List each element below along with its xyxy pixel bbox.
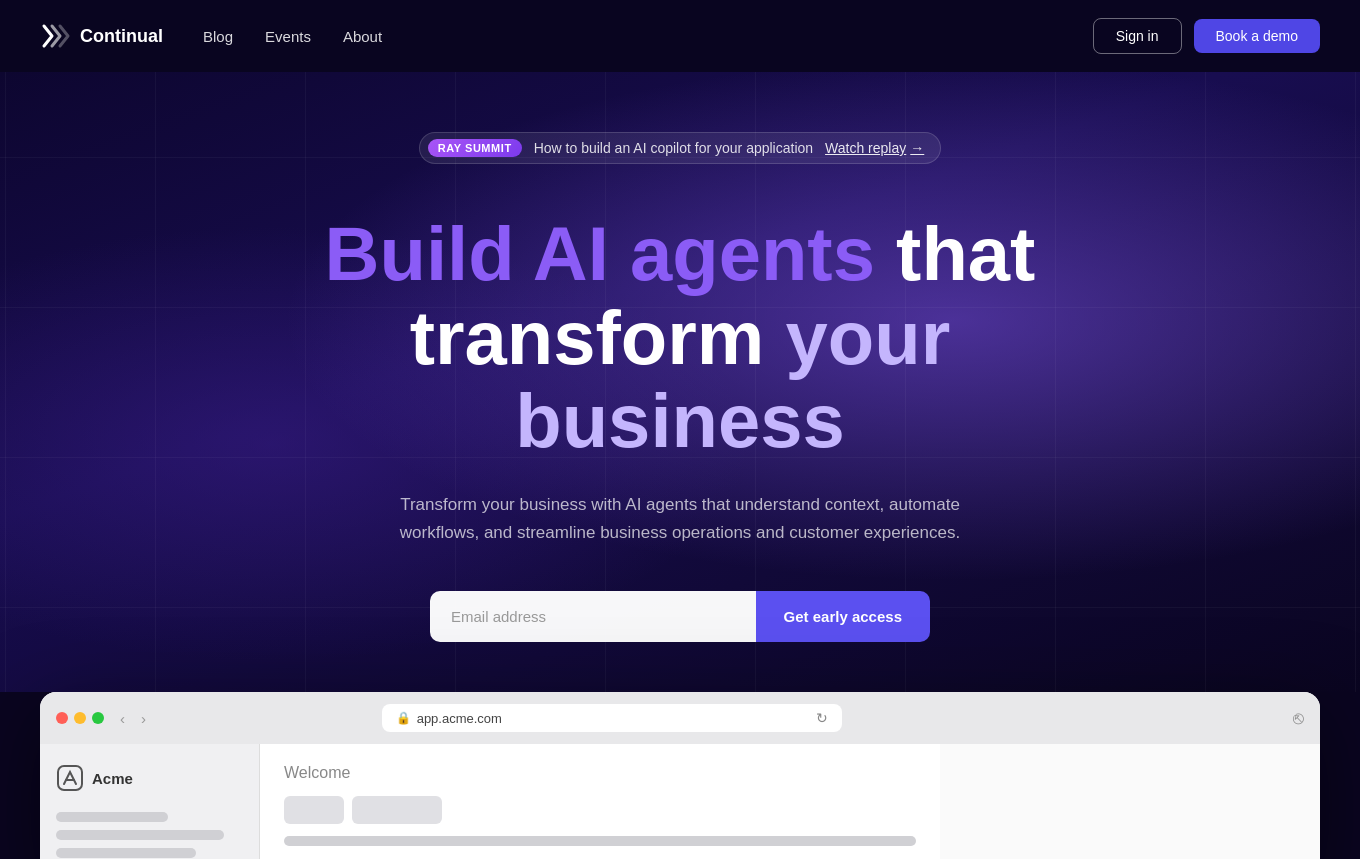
browser-sidebar: Acme [40, 744, 260, 859]
refresh-icon[interactable]: ↻ [816, 710, 828, 726]
close-window-dot[interactable] [56, 712, 68, 724]
logo-icon [40, 22, 72, 50]
acme-label: Acme [92, 770, 133, 787]
headline-build-ai-agents: Build AI agents [325, 211, 875, 296]
banner-text: How to build an AI copilot for your appl… [534, 140, 813, 156]
acme-icon [56, 764, 84, 792]
skeleton-item [56, 812, 168, 822]
acme-logo-row: Acme [56, 764, 243, 792]
skeleton-item [56, 830, 224, 840]
banner-watch-replay-link[interactable]: Watch replay → [825, 140, 924, 156]
browser-nav-buttons: ‹ › [116, 708, 150, 729]
banner-badge: RAY SUMMIT [428, 139, 522, 157]
share-icon[interactable]: ⎋ [1293, 708, 1304, 729]
forward-button[interactable]: › [137, 708, 150, 729]
main-skeleton-row [284, 796, 916, 824]
book-demo-button[interactable]: Book a demo [1194, 19, 1321, 53]
navbar: Continual Blog Events About Sign in Book… [0, 0, 1360, 72]
browser-body: Acme Welcome [40, 744, 1320, 859]
sidebar-skeleton [56, 812, 243, 858]
browser-main-content: Welcome [260, 744, 940, 859]
back-button[interactable]: ‹ [116, 708, 129, 729]
browser-right-panel [940, 744, 1320, 859]
skeleton-item [56, 848, 196, 858]
get-early-access-button[interactable]: Get early access [756, 591, 930, 642]
nav-left: Continual Blog Events About [40, 22, 382, 50]
hero-subtext: Transform your business with AI agents t… [390, 491, 970, 547]
maximize-window-dot[interactable] [92, 712, 104, 724]
svg-rect-0 [58, 766, 82, 790]
cta-row: Get early access [430, 591, 930, 642]
hero-section: RAY SUMMIT How to build an AI copilot fo… [0, 72, 1360, 692]
url-text: app.acme.com [417, 711, 502, 726]
signin-button[interactable]: Sign in [1093, 18, 1182, 54]
hero-headline: Build AI agents that transform your busi… [280, 212, 1080, 463]
nav-right: Sign in Book a demo [1093, 18, 1320, 54]
email-input[interactable] [430, 591, 756, 642]
lock-icon: 🔒 [396, 711, 411, 725]
minimize-window-dot[interactable] [74, 712, 86, 724]
nav-link-blog[interactable]: Blog [203, 28, 233, 45]
nav-link-about[interactable]: About [343, 28, 382, 45]
hero-content: RAY SUMMIT How to build an AI copilot fo… [0, 132, 1360, 642]
browser-url-bar[interactable]: 🔒 app.acme.com ↻ [382, 704, 842, 732]
browser-traffic-lights [56, 712, 104, 724]
logo[interactable]: Continual [40, 22, 163, 50]
ray-summit-banner[interactable]: RAY SUMMIT How to build an AI copilot fo… [419, 132, 942, 164]
browser-window: ‹ › 🔒 app.acme.com ↻ ⎋ Acme [40, 692, 1320, 859]
skeleton-line [284, 836, 916, 846]
skeleton-button [284, 796, 344, 824]
main-skeleton-row-2 [284, 836, 916, 846]
browser-main-title: Welcome [284, 764, 916, 782]
browser-toolbar: ‹ › 🔒 app.acme.com ↻ ⎋ [40, 692, 1320, 744]
nav-links: Blog Events About [203, 28, 382, 45]
logo-text: Continual [80, 26, 163, 47]
nav-link-events[interactable]: Events [265, 28, 311, 45]
browser-section: ‹ › 🔒 app.acme.com ↻ ⎋ Acme [40, 692, 1320, 859]
skeleton-button [352, 796, 442, 824]
headline-that: that [896, 211, 1035, 296]
headline-transform: transform [410, 295, 765, 380]
